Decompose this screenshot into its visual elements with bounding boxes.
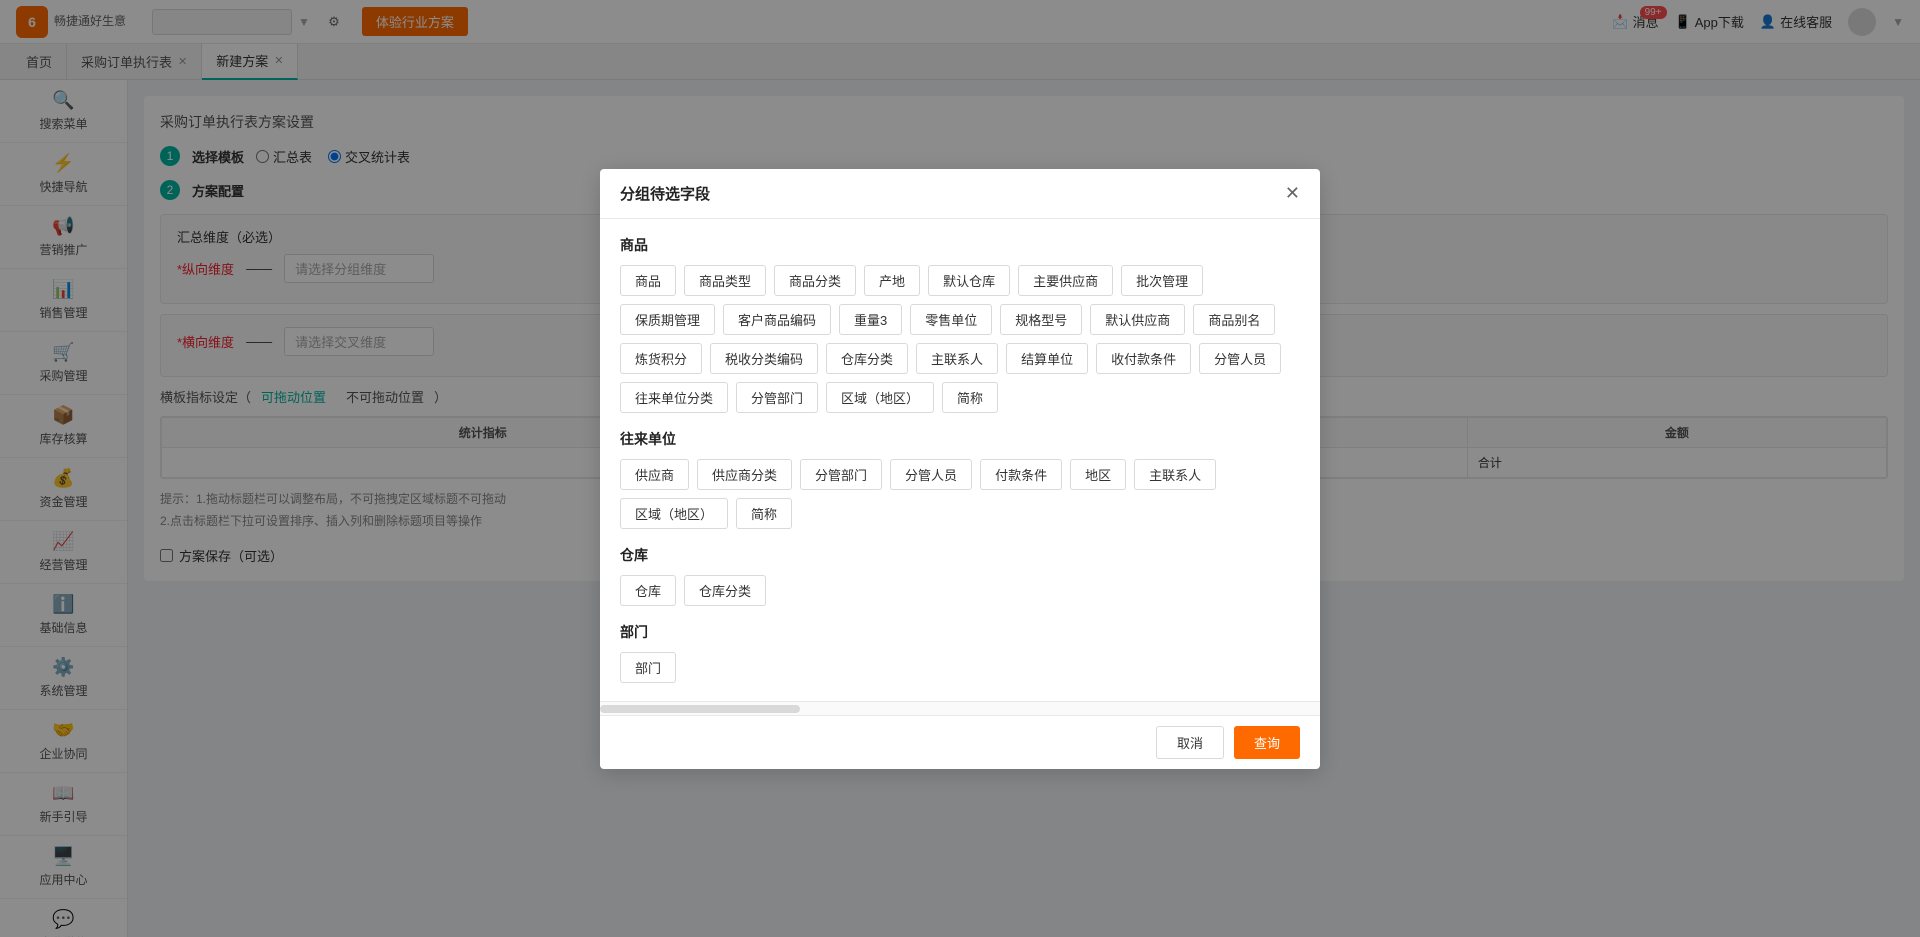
field-tag-abbr-product[interactable]: 简称 — [942, 382, 998, 413]
section-title-partner: 往来单位 — [620, 429, 1300, 449]
field-tag-dept-partner[interactable]: 分管部门 — [800, 459, 882, 490]
field-tag-settlement-unit[interactable]: 结算单位 — [1006, 343, 1088, 374]
section-title-dept: 部门 — [620, 622, 1300, 642]
field-tag-warehouse-category[interactable]: 仓库分类 — [826, 343, 908, 374]
field-tag-contact-partner[interactable]: 主联系人 — [1134, 459, 1216, 490]
field-tag-payment-terms[interactable]: 收付款条件 — [1096, 343, 1191, 374]
field-section-partner: 往来单位 供应商 供应商分类 分管部门 分管人员 付款条件 地区 主联系人 区域… — [620, 429, 1300, 529]
field-tag-dept[interactable]: 部门 — [620, 652, 676, 683]
field-tag-warehouse-cat[interactable]: 仓库分类 — [684, 575, 766, 606]
field-tag-managing-dept[interactable]: 分管部门 — [736, 382, 818, 413]
modal-hscroll[interactable] — [600, 701, 1320, 715]
field-tags-product: 商品 商品类型 商品分类 产地 默认仓库 主要供应商 批次管理 保质期管理 客户… — [620, 265, 1300, 413]
field-tag-product-type[interactable]: 商品类型 — [684, 265, 766, 296]
field-tag-region-product[interactable]: 区域（地区） — [826, 382, 934, 413]
field-tag-warehouse[interactable]: 仓库 — [620, 575, 676, 606]
modal-body: 商品 商品 商品类型 商品分类 产地 默认仓库 主要供应商 批次管理 保质期管理… — [600, 219, 1320, 701]
confirm-button[interactable]: 查询 — [1234, 726, 1300, 759]
modal-footer: 取消 查询 — [600, 715, 1320, 769]
field-tags-warehouse: 仓库 仓库分类 — [620, 575, 1300, 606]
field-tag-default-supplier[interactable]: 默认供应商 — [1090, 304, 1185, 335]
modal-close-button[interactable]: ✕ — [1285, 184, 1300, 202]
field-tag-default-warehouse[interactable]: 默认仓库 — [928, 265, 1010, 296]
field-tags-dept: 部门 — [620, 652, 1300, 683]
field-tag-main-contact[interactable]: 主联系人 — [916, 343, 998, 374]
field-tag-abbr-partner[interactable]: 简称 — [736, 498, 792, 529]
field-tag-tax-code[interactable]: 税收分类编码 — [710, 343, 818, 374]
field-tag-batch-mgmt[interactable]: 批次管理 — [1121, 265, 1203, 296]
modal-backdrop: 分组待选字段 ✕ 商品 商品 商品类型 商品分类 产地 默认仓库 主要供应商 批… — [0, 0, 1920, 937]
field-tag-person-partner[interactable]: 分管人员 — [890, 459, 972, 490]
field-tag-product[interactable]: 商品 — [620, 265, 676, 296]
modal-header: 分组待选字段 ✕ — [600, 169, 1320, 219]
field-tag-manager[interactable]: 分管人员 — [1199, 343, 1281, 374]
field-tag-spec-model[interactable]: 规格型号 — [1000, 304, 1082, 335]
field-tag-area[interactable]: 地区 — [1070, 459, 1126, 490]
field-tag-partner-category[interactable]: 往来单位分类 — [620, 382, 728, 413]
modal-title: 分组待选字段 — [620, 183, 710, 204]
field-tag-supplier[interactable]: 供应商 — [620, 459, 689, 490]
field-tag-weight[interactable]: 重量3 — [839, 304, 902, 335]
field-section-product: 商品 商品 商品类型 商品分类 产地 默认仓库 主要供应商 批次管理 保质期管理… — [620, 235, 1300, 413]
modal: 分组待选字段 ✕ 商品 商品 商品类型 商品分类 产地 默认仓库 主要供应商 批… — [600, 169, 1320, 769]
field-tags-partner: 供应商 供应商分类 分管部门 分管人员 付款条件 地区 主联系人 区域（地区） … — [620, 459, 1300, 529]
field-tag-pay-terms[interactable]: 付款条件 — [980, 459, 1062, 490]
field-tag-supplier-category[interactable]: 供应商分类 — [697, 459, 792, 490]
field-tag-customer-code[interactable]: 客户商品编码 — [723, 304, 831, 335]
field-tag-origin[interactable]: 产地 — [864, 265, 920, 296]
field-tag-product-alias[interactable]: 商品别名 — [1193, 304, 1275, 335]
field-tag-shelf-life[interactable]: 保质期管理 — [620, 304, 715, 335]
field-tag-main-supplier[interactable]: 主要供应商 — [1018, 265, 1113, 296]
field-section-warehouse: 仓库 仓库 仓库分类 — [620, 545, 1300, 606]
field-tag-refine-points[interactable]: 炼货积分 — [620, 343, 702, 374]
field-section-dept: 部门 部门 — [620, 622, 1300, 683]
section-title-warehouse: 仓库 — [620, 545, 1300, 565]
field-tag-retail-unit[interactable]: 零售单位 — [910, 304, 992, 335]
field-tag-product-category[interactable]: 商品分类 — [774, 265, 856, 296]
field-tag-region-partner[interactable]: 区域（地区） — [620, 498, 728, 529]
cancel-button[interactable]: 取消 — [1156, 726, 1224, 759]
section-title-product: 商品 — [620, 235, 1300, 255]
